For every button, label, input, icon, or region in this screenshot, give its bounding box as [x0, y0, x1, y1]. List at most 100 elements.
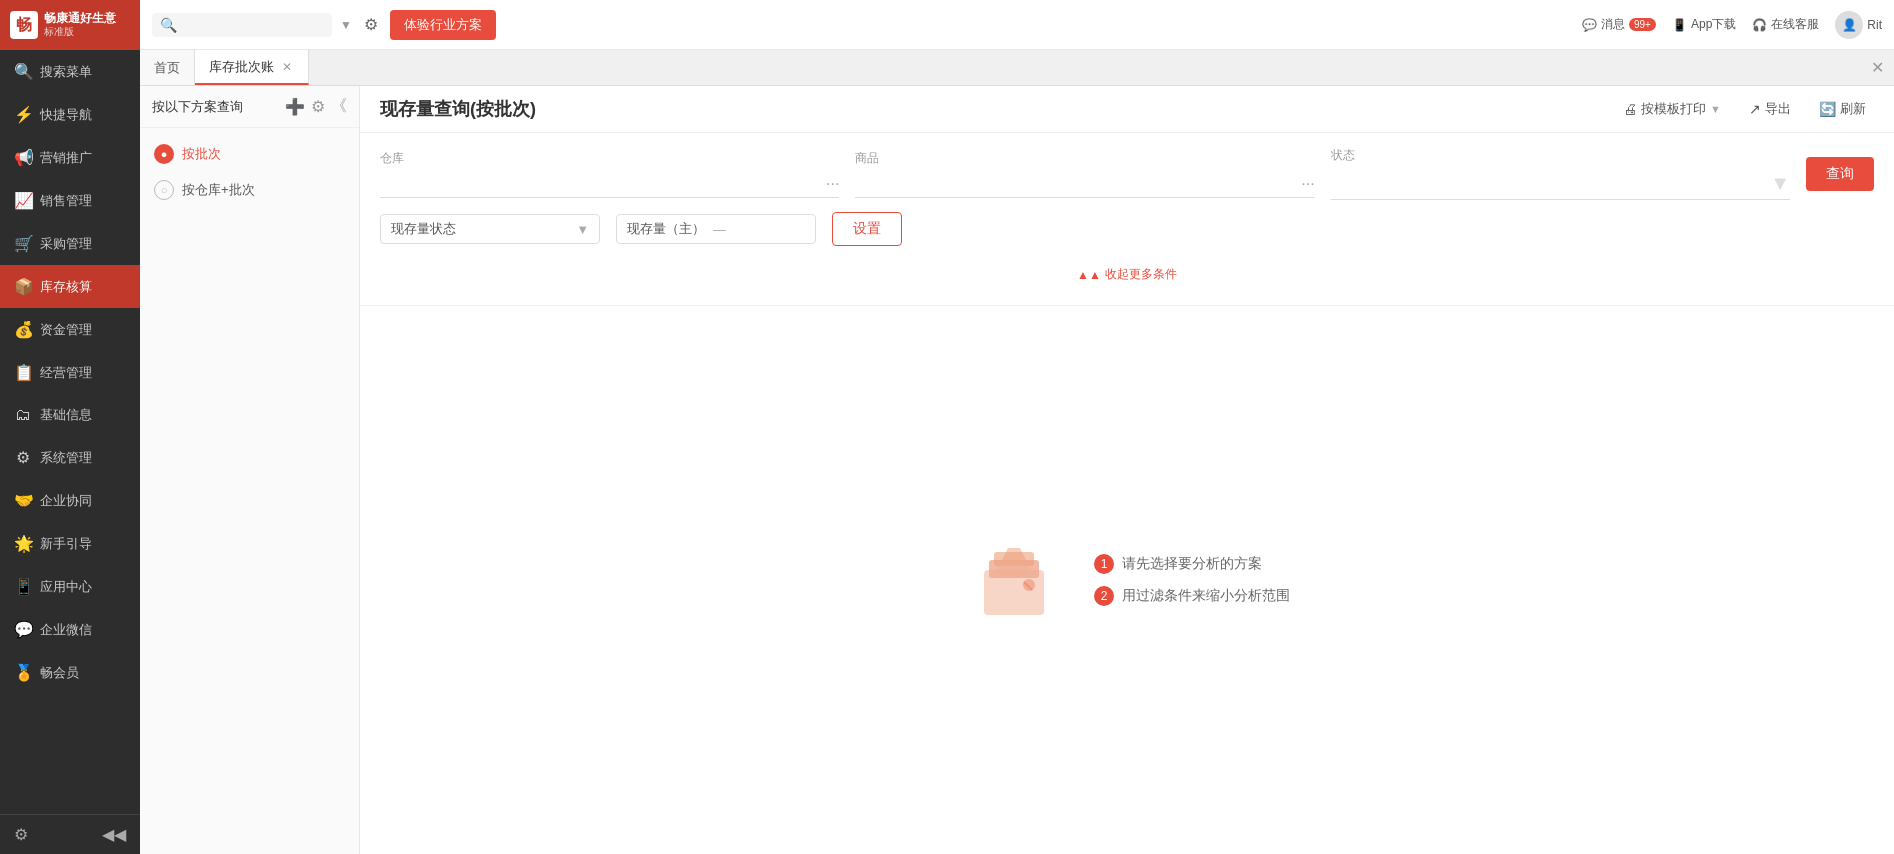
collapse-arrow-icon[interactable]: ◀◀ [102, 825, 126, 844]
collapse-scheme-icon[interactable]: 《 [331, 96, 347, 117]
refresh-icon: 🔄 [1819, 101, 1836, 117]
warehouse-label: 仓库 [380, 150, 839, 167]
stock-amount-range[interactable]: 现存量（主） — [616, 214, 816, 244]
settings-button[interactable]: 设置 [832, 212, 902, 246]
online-support-label: 在线客服 [1771, 16, 1819, 33]
filter-row-1: 仓库 ··· 商品 ··· 状态 [380, 147, 1874, 200]
status-input[interactable]: ▼ [1331, 168, 1790, 200]
sidebar-item-label: 采购管理 [40, 235, 92, 253]
manage-scheme-icon[interactable]: ⚙ [311, 97, 325, 116]
user-avatar-item[interactable]: 👤 Rit [1835, 11, 1882, 39]
sidebar-item-weixin[interactable]: 💬 企业微信 [0, 608, 140, 651]
tab-close-icon[interactable]: ✕ [280, 59, 294, 75]
sidebar-item-label: 基础信息 [40, 406, 92, 424]
add-scheme-icon[interactable]: ➕ [285, 97, 305, 116]
logo-icon: 畅 [10, 11, 38, 39]
sidebar-item-inventory[interactable]: 📦 库存核算 [0, 265, 140, 308]
avatar: 👤 [1835, 11, 1863, 39]
collapse-row[interactable]: ▲▲ 收起更多条件 [380, 258, 1874, 291]
sidebar-item-purchase[interactable]: 🛒 采购管理 [0, 222, 140, 265]
product-expand-icon[interactable]: ··· [1301, 175, 1314, 193]
tab-home[interactable]: 首页 [140, 50, 195, 85]
scheme-item-warehouse-batch[interactable]: ○ 按仓库+批次 [140, 172, 359, 208]
marketing-icon: 📢 [14, 148, 32, 167]
online-support-item[interactable]: 🎧 在线客服 [1752, 16, 1819, 33]
sidebar-item-label: 企业协同 [40, 492, 92, 510]
warehouse-expand-icon[interactable]: ··· [826, 175, 839, 193]
stock-status-label: 现存量状态 [391, 220, 456, 238]
sidebar-item-enterprise[interactable]: 🤝 企业协同 [0, 479, 140, 522]
product-filter: 商品 ··· [855, 150, 1314, 198]
scheme-panel: 按以下方案查询 ➕ ⚙ 《 ● 按批次 ○ 按仓库+批次 [140, 86, 360, 854]
experience-industry-button[interactable]: 体验行业方案 [390, 10, 496, 40]
app-icon: 📱 [14, 577, 32, 596]
enterprise-icon: 🤝 [14, 491, 32, 510]
status-expand-icon[interactable]: ▼ [1770, 172, 1790, 195]
topbar-gear-icon[interactable]: ⚙ [364, 15, 378, 34]
app-download-item[interactable]: 📱 App下载 [1672, 16, 1736, 33]
sidebar-nav: 🔍 搜索菜单 ⚡ 快捷导航 📢 营销推广 📈 销售管理 🛒 采购管理 📦 库存核… [0, 50, 140, 814]
sidebar-item-operation[interactable]: 📋 经营管理 [0, 351, 140, 394]
messages-label: 消息 [1601, 16, 1625, 33]
messages-item[interactable]: 💬 消息 99+ [1582, 16, 1656, 33]
close-all-tabs-button[interactable]: ✕ [1861, 50, 1894, 85]
print-button[interactable]: 🖨 按模板打印 ▼ [1615, 96, 1729, 122]
query-button[interactable]: 查询 [1806, 157, 1874, 191]
tab-batch-account[interactable]: 库存批次账 ✕ [195, 50, 309, 85]
sidebar-item-sales[interactable]: 📈 销售管理 [0, 179, 140, 222]
sidebar-footer: ⚙ ◀◀ [0, 814, 140, 854]
scheme-active-indicator: ● [154, 144, 174, 164]
sidebar-item-finance[interactable]: 💰 资金管理 [0, 308, 140, 351]
system-icon: ⚙ [14, 448, 32, 467]
print-chevron-icon[interactable]: ▼ [1710, 103, 1721, 115]
export-label: 导出 [1765, 100, 1791, 118]
search-expand-icon[interactable]: ▼ [340, 18, 352, 32]
search-icon: 🔍 [14, 62, 32, 81]
sidebar-item-search[interactable]: 🔍 搜索菜单 [0, 50, 140, 93]
filter-row-2: 现存量状态 ▼ 现存量（主） — 设置 [380, 212, 1874, 246]
export-button[interactable]: ↗ 导出 [1741, 96, 1799, 122]
sidebar-item-shortcut[interactable]: ⚡ 快捷导航 [0, 93, 140, 136]
scheme-list: ● 按批次 ○ 按仓库+批次 [140, 128, 359, 854]
empty-tip-1: 1 请先选择要分析的方案 [1094, 554, 1290, 574]
refresh-label: 刷新 [1840, 100, 1866, 118]
stock-status-select[interactable]: 现存量状态 ▼ [380, 214, 600, 244]
topbar: 🔍 ▼ ⚙ 体验行业方案 💬 消息 99+ 📱 App下载 🎧 在线客服 👤 [140, 0, 1894, 50]
refresh-button[interactable]: 🔄 刷新 [1811, 96, 1874, 122]
settings-icon[interactable]: ⚙ [14, 825, 28, 844]
basic-icon: 🗂 [14, 406, 32, 424]
query-header: 现存量查询(按批次) 🖨 按模板打印 ▼ ↗ 导出 🔄 刷新 [360, 86, 1894, 133]
sidebar-item-member[interactable]: 🏅 畅会员 [0, 651, 140, 694]
batch-account-tab-label: 库存批次账 [209, 58, 274, 76]
topbar-search-box[interactable]: 🔍 [152, 13, 332, 37]
sidebar-item-marketing[interactable]: 📢 营销推广 [0, 136, 140, 179]
sidebar-item-label: 资金管理 [40, 321, 92, 339]
sidebar-item-label: 库存核算 [40, 278, 92, 296]
sidebar-item-label: 系统管理 [40, 449, 92, 467]
headset-icon: 🎧 [1752, 18, 1767, 32]
sidebar-item-label: 经营管理 [40, 364, 92, 382]
operation-icon: 📋 [14, 363, 32, 382]
filter-area: 仓库 ··· 商品 ··· 状态 [360, 133, 1894, 306]
sidebar-item-label: 畅会员 [40, 664, 79, 682]
sidebar-item-basic[interactable]: 🗂 基础信息 [0, 394, 140, 436]
stock-amount-label: 现存量（主） [627, 220, 705, 238]
sidebar-item-label: 应用中心 [40, 578, 92, 596]
search-icon: 🔍 [160, 17, 177, 33]
search-input[interactable] [181, 18, 301, 32]
warehouse-input[interactable]: ··· [380, 171, 839, 198]
product-label: 商品 [855, 150, 1314, 167]
range-dash: — [713, 222, 726, 237]
empty-state: 1 请先选择要分析的方案 2 用过滤条件来缩小分析范围 [360, 306, 1894, 854]
sidebar-item-system[interactable]: ⚙ 系统管理 [0, 436, 140, 479]
stock-status-arrow-icon: ▼ [576, 222, 589, 237]
sidebar-item-app[interactable]: 📱 应用中心 [0, 565, 140, 608]
phone-icon: 📱 [1672, 18, 1687, 32]
product-input[interactable]: ··· [855, 171, 1314, 198]
app-download-label: App下载 [1691, 16, 1736, 33]
empty-tip-2: 2 用过滤条件来缩小分析范围 [1094, 586, 1290, 606]
collapse-up-icon: ▲▲ [1077, 268, 1101, 282]
scheme-item-batch[interactable]: ● 按批次 [140, 136, 359, 172]
sidebar-item-guide[interactable]: 🌟 新手引导 [0, 522, 140, 565]
export-icon: ↗ [1749, 101, 1761, 117]
